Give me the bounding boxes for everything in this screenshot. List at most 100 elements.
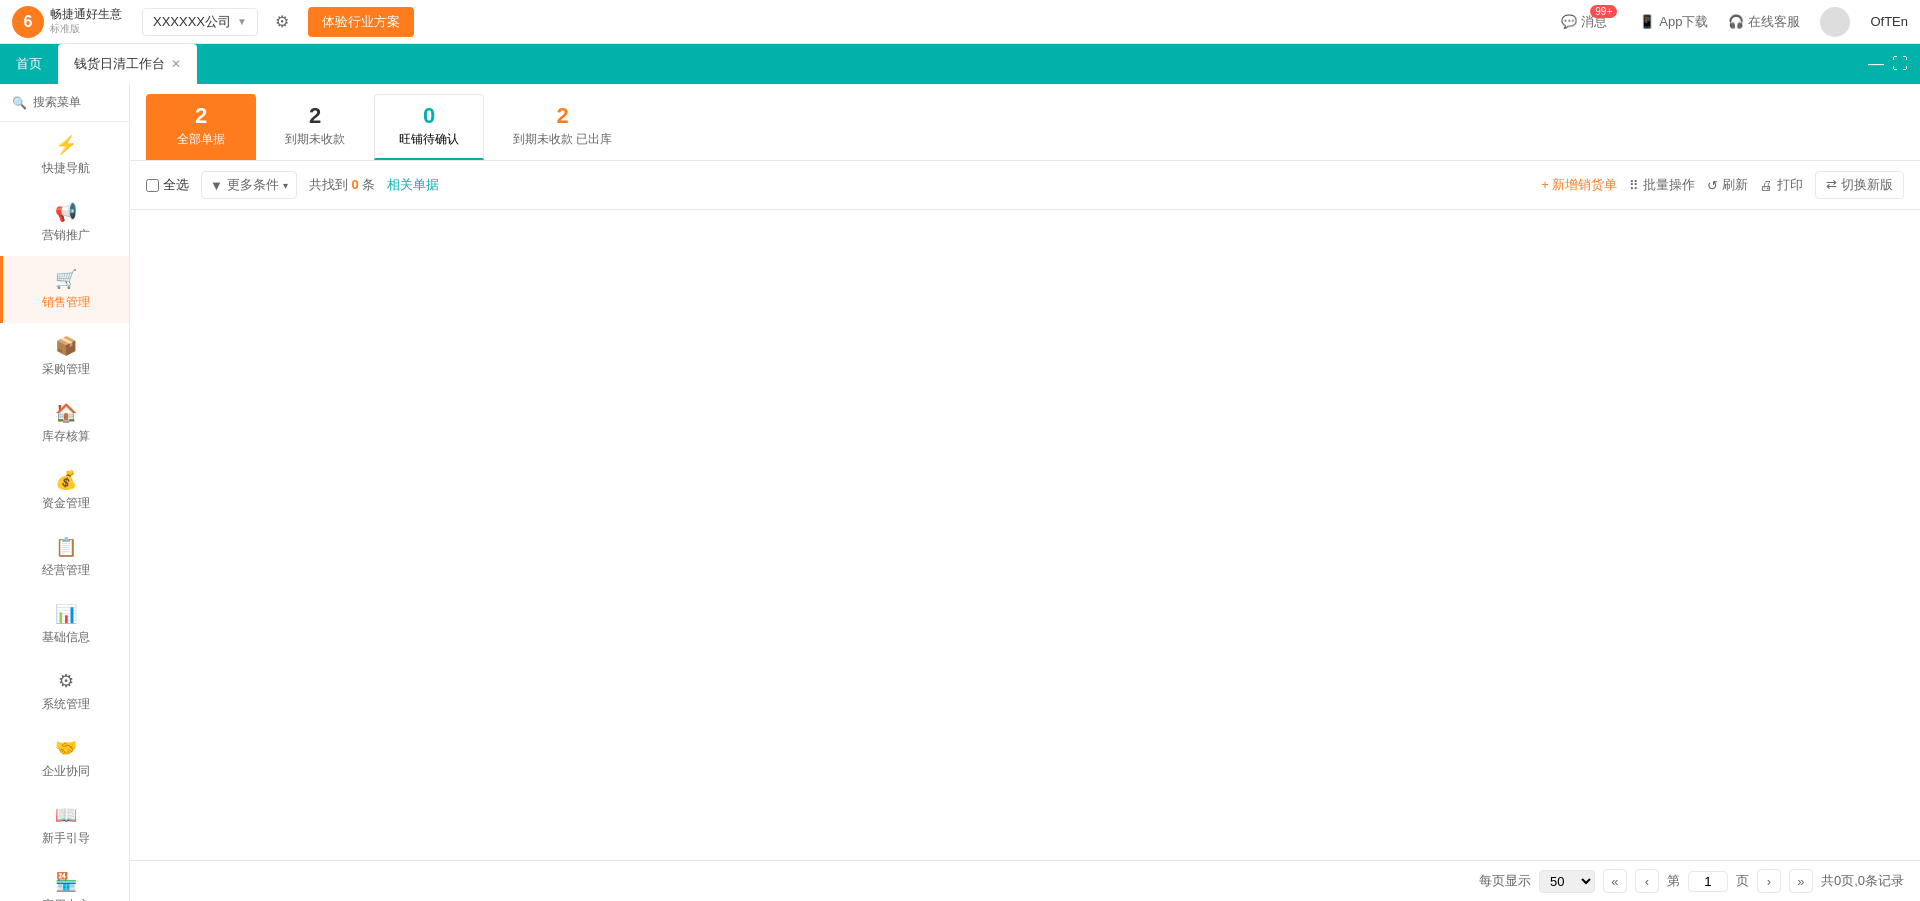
sales-icon: 🛒 [55, 268, 77, 290]
avatar-name: OfTEn [1870, 14, 1908, 29]
stat-tab-wangpu[interactable]: 0 旺铺待确认 [374, 94, 484, 160]
stats-tabs: 2 全部单据 2 到期未收款 0 旺铺待确认 2 到期未收款 已出库 [130, 84, 1920, 161]
last-page-button[interactable]: » [1789, 869, 1813, 893]
online-service-button[interactable]: 🎧 在线客服 [1728, 13, 1800, 31]
stat-tab-overdue[interactable]: 2 到期未收款 [260, 94, 370, 160]
header-right: 💬 消息 99+ 📱 App下载 🎧 在线客服 OfTEn [1561, 7, 1908, 37]
batch-operation-button[interactable]: ⠿ 批量操作 [1629, 176, 1695, 194]
chevron-icon: ▾ [283, 180, 288, 191]
found-count: 0 [352, 177, 359, 192]
settings-button[interactable]: ⚙ [266, 6, 298, 38]
chevron-down-icon: ▼ [237, 16, 247, 27]
per-page-label: 每页显示 [1479, 872, 1531, 890]
stat-num-wangpu: 0 [423, 103, 435, 129]
pagination: 每页显示 50 100 200 « ‹ 第 页 › » 共0页,0条记录 [130, 860, 1920, 901]
stat-num-all: 2 [195, 103, 207, 129]
maximize-icon[interactable]: ⛶ [1892, 55, 1908, 73]
filter-icon: ▼ [210, 178, 223, 193]
sidebar-item-sales[interactable]: 🛒 销售管理 [0, 256, 129, 323]
sidebar-item-operation[interactable]: 📋 经营管理 [0, 524, 129, 591]
related-link[interactable]: 相关单据 [387, 176, 439, 194]
logo-sub: 标准版 [50, 22, 122, 36]
toolbar-right: + 新增销货单 ⠿ 批量操作 ↺ 刷新 🖨 打印 ⇄ 切换新版 [1541, 171, 1904, 199]
sidebar-item-appstore[interactable]: 🏪 应用中心 [0, 859, 129, 901]
next-page-button[interactable]: › [1757, 869, 1781, 893]
refresh-icon: ↺ [1707, 178, 1718, 193]
enterprise-icon: 🤝 [55, 737, 77, 759]
stat-label-all: 全部单据 [177, 131, 225, 148]
company-name: XXXXXX公司 [153, 13, 231, 31]
stat-tab-all[interactable]: 2 全部单据 [146, 94, 256, 160]
quick-nav-icon: ⚡ [55, 134, 77, 156]
logo-area: 6 畅捷通好生意 标准版 [12, 6, 142, 38]
operation-icon: 📋 [55, 536, 77, 558]
sidebar-item-quick-nav[interactable]: ⚡ 快捷导航 [0, 122, 129, 189]
sidebar-item-guide[interactable]: 📖 新手引导 [0, 792, 129, 859]
sidebar-item-inventory[interactable]: 🏠 库存核算 [0, 390, 129, 457]
avatar[interactable] [1820, 7, 1850, 37]
stat-label-overdue: 到期未收款 [285, 131, 345, 148]
sidebar: 🔍 搜索菜单 ⚡ 快捷导航 📢 营销推广 🛒 销售管理 📦 采购管理 🏠 库存核… [0, 84, 130, 901]
system-icon: ⚙ [58, 670, 74, 692]
sidebar-item-system[interactable]: ⚙ 系统管理 [0, 658, 129, 725]
appstore-icon: 🏪 [55, 871, 77, 893]
found-text: 共找到 0 条 [309, 176, 375, 194]
finance-icon: 💰 [55, 469, 77, 491]
print-icon: 🖨 [1760, 178, 1773, 193]
search-icon: 🔍 [12, 96, 27, 110]
select-all-checkbox[interactable]: 全选 [146, 176, 189, 194]
tab-home[interactable]: 首页 [0, 44, 58, 84]
prev-page-button[interactable]: ‹ [1635, 869, 1659, 893]
stat-num-overdue: 2 [309, 103, 321, 129]
page-number-input[interactable] [1688, 871, 1728, 892]
marketing-icon: 📢 [55, 201, 77, 223]
print-button[interactable]: 🖨 打印 [1760, 176, 1803, 194]
trial-button[interactable]: 体验行业方案 [308, 7, 414, 37]
logo-text: 畅捷通好生意 [50, 7, 122, 23]
basic-icon: 📊 [55, 603, 77, 625]
message-icon: 💬 [1561, 14, 1577, 29]
toolbar: 全选 ▼ 更多条件 ▾ 共找到 0 条 相关单据 + 新增销货单 ⠿ 批量操作 [130, 161, 1920, 210]
guide-icon: 📖 [55, 804, 77, 826]
sidebar-item-basic[interactable]: 📊 基础信息 [0, 591, 129, 658]
sidebar-item-finance[interactable]: 💰 资金管理 [0, 457, 129, 524]
stat-tab-shipped[interactable]: 2 到期未收款 已出库 [488, 94, 637, 160]
gear-icon: ⚙ [275, 12, 289, 31]
inventory-icon: 🏠 [55, 402, 77, 424]
filter-button[interactable]: ▼ 更多条件 ▾ [201, 171, 297, 199]
per-page-select[interactable]: 50 100 200 [1539, 870, 1595, 893]
add-sales-order-button[interactable]: + 新增销货单 [1541, 176, 1617, 194]
switch-version-button[interactable]: ⇄ 切换新版 [1815, 171, 1904, 199]
stat-label-shipped: 到期未收款 已出库 [513, 131, 612, 148]
search-menu-button[interactable]: 🔍 搜索菜单 [0, 84, 129, 122]
company-selector[interactable]: XXXXXX公司 ▼ [142, 8, 258, 36]
tab-workspace[interactable]: 钱货日清工作台 ✕ [58, 44, 197, 84]
content-area: 2 全部单据 2 到期未收款 0 旺铺待确认 2 到期未收款 已出库 全选 [130, 84, 1920, 901]
message-button[interactable]: 💬 消息 99+ [1561, 13, 1607, 31]
page-suffix: 页 [1736, 872, 1749, 890]
refresh-button[interactable]: ↺ 刷新 [1707, 176, 1748, 194]
first-page-button[interactable]: « [1603, 869, 1627, 893]
logo-icon: 6 [12, 6, 44, 38]
download-icon: 📱 [1639, 14, 1655, 29]
message-badge: 99+ [1590, 5, 1617, 18]
page-prefix: 第 [1667, 872, 1680, 890]
stat-label-wangpu: 旺铺待确认 [399, 131, 459, 148]
app-download-button[interactable]: 📱 App下载 [1639, 13, 1708, 31]
main-layout: 🔍 搜索菜单 ⚡ 快捷导航 📢 营销推广 🛒 销售管理 📦 采购管理 🏠 库存核… [0, 84, 1920, 901]
sidebar-item-enterprise[interactable]: 🤝 企业协同 [0, 725, 129, 792]
tab-bar-actions: — ⛶ [1868, 55, 1920, 73]
batch-icon: ⠿ [1629, 178, 1639, 193]
service-icon: 🎧 [1728, 14, 1744, 29]
purchase-icon: 📦 [55, 335, 77, 357]
sidebar-item-purchase[interactable]: 📦 采购管理 [0, 323, 129, 390]
top-header: 6 畅捷通好生意 标准版 XXXXXX公司 ▼ ⚙ 体验行业方案 💬 消息 99… [0, 0, 1920, 44]
total-records: 共0页,0条记录 [1821, 872, 1904, 890]
close-tab-icon[interactable]: ✕ [171, 57, 181, 71]
checkbox-input[interactable] [146, 179, 159, 192]
switch-icon: ⇄ [1826, 177, 1837, 192]
tab-bar: 首页 钱货日清工作台 ✕ — ⛶ [0, 44, 1920, 84]
sidebar-item-marketing[interactable]: 📢 营销推广 [0, 189, 129, 256]
table-area [130, 210, 1920, 860]
minimize-icon[interactable]: — [1868, 55, 1884, 73]
